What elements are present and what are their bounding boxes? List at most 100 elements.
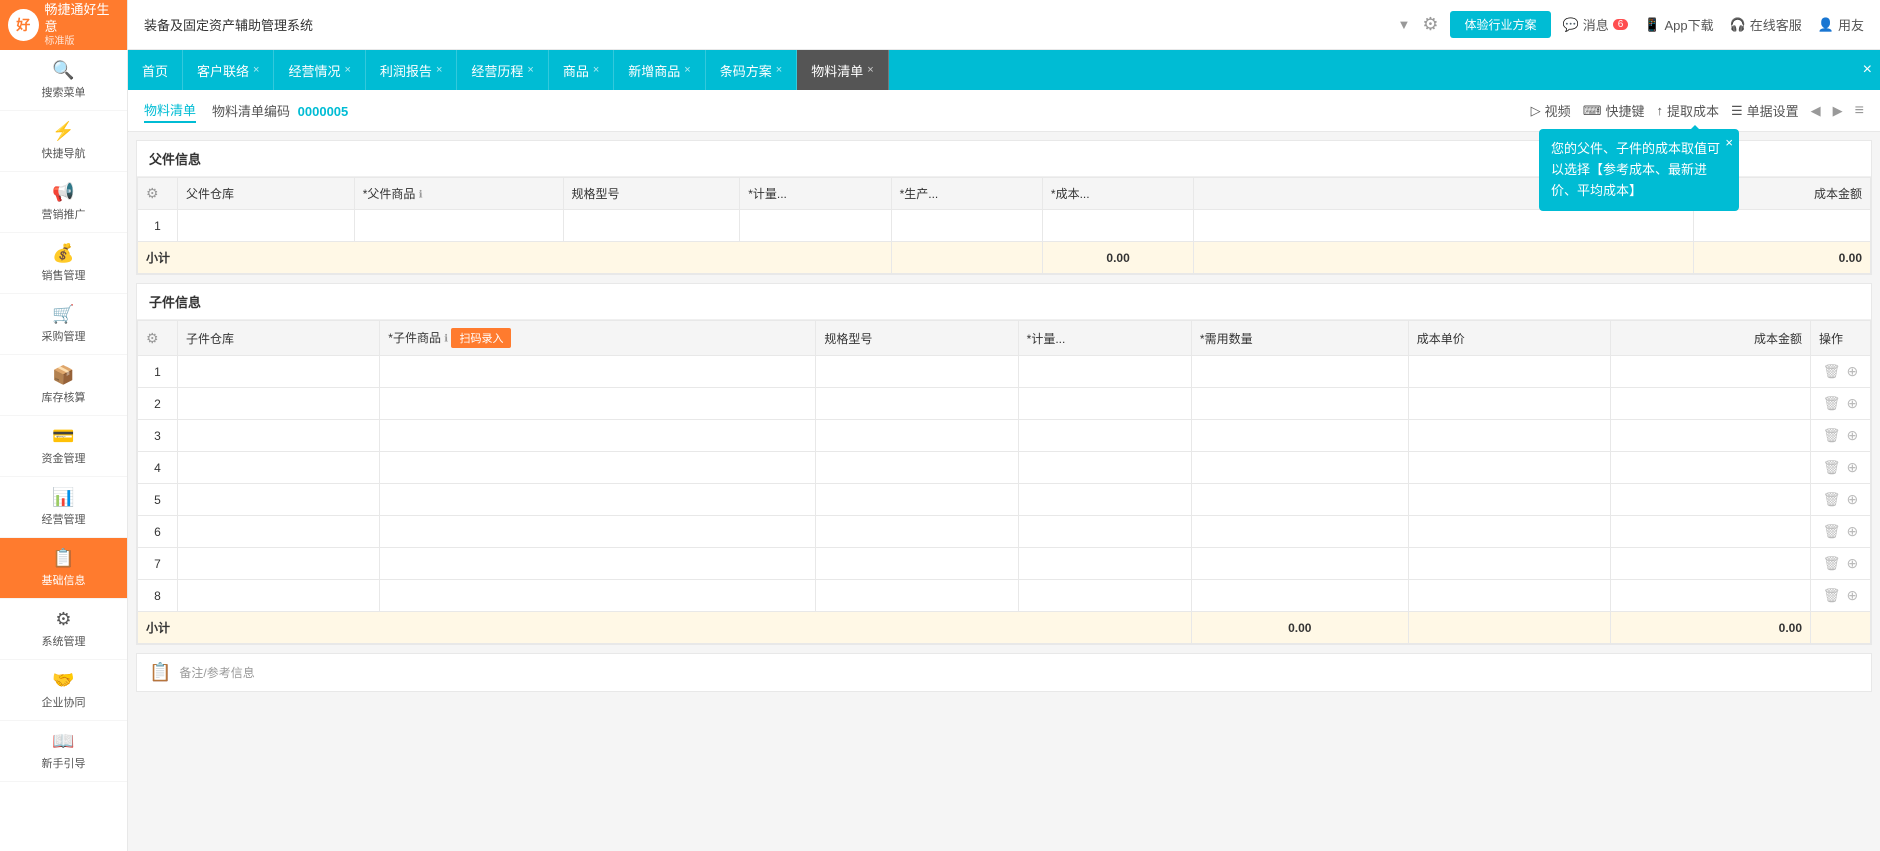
child-warehouse-4[interactable] [178, 452, 380, 484]
copy-icon-2[interactable]: ⊕ [1847, 395, 1859, 412]
delete-icon-3[interactable]: 🗑 [1823, 427, 1841, 444]
child-spec-4[interactable] [816, 452, 1018, 484]
child-warehouse-2[interactable] [178, 388, 380, 420]
child-unit-8[interactable] [1018, 580, 1191, 612]
child-spec-6[interactable] [816, 516, 1018, 548]
scan-input-btn[interactable]: 扫码录入 [451, 328, 511, 348]
online-service-btn[interactable]: 🎧 在线客服 [1730, 15, 1802, 34]
video-btn[interactable]: ▷视频 [1531, 101, 1571, 120]
copy-icon-7[interactable]: ⊕ [1847, 555, 1859, 572]
child-product-4[interactable] [380, 452, 816, 484]
delete-icon-8[interactable]: 🗑 [1823, 587, 1841, 604]
delete-icon-7[interactable]: 🗑 [1823, 555, 1841, 572]
message-btn[interactable]: 💬 消息 6 [1563, 15, 1629, 34]
child-unit-2[interactable] [1018, 388, 1191, 420]
sidebar-item-8[interactable]: 📋基础信息 [0, 538, 127, 599]
child-warehouse-8[interactable] [178, 580, 380, 612]
child-unitcost-8[interactable] [1408, 580, 1610, 612]
extract-cost-btn[interactable]: ↑提取成本 [1656, 101, 1719, 120]
child-warehouse-1[interactable] [178, 356, 380, 388]
child-qty-2[interactable] [1191, 388, 1408, 420]
parent-unit-cell[interactable] [740, 210, 891, 242]
close-all-tabs[interactable]: × [1855, 61, 1880, 79]
sidebar-item-1[interactable]: ⚡快捷导航 [0, 111, 127, 172]
nav-tab-close-4[interactable]: × [527, 64, 533, 76]
nav-next-btn[interactable]: ▶ [1833, 103, 1843, 119]
child-product-1[interactable] [380, 356, 816, 388]
child-unit-4[interactable] [1018, 452, 1191, 484]
app-download-btn[interactable]: 📱 App下载 [1644, 15, 1713, 34]
delete-icon-5[interactable]: 🗑 [1823, 491, 1841, 508]
child-spec-8[interactable] [816, 580, 1018, 612]
child-unitcost-6[interactable] [1408, 516, 1610, 548]
child-qty-7[interactable] [1191, 548, 1408, 580]
child-qty-5[interactable] [1191, 484, 1408, 516]
nav-tab-close-2[interactable]: × [344, 64, 350, 76]
sidebar-item-4[interactable]: 🛒采购管理 [0, 294, 127, 355]
copy-icon-4[interactable]: ⊕ [1847, 459, 1859, 476]
parent-spec-cell[interactable] [563, 210, 740, 242]
child-unitcost-3[interactable] [1408, 420, 1610, 452]
sidebar-item-3[interactable]: 💰销售管理 [0, 233, 127, 294]
sidebar-item-11[interactable]: 📖新手引导 [0, 721, 127, 782]
child-spec-5[interactable] [816, 484, 1018, 516]
delete-icon-1[interactable]: 🗑 [1823, 363, 1841, 380]
nav-tab-8[interactable]: 物料清单 × [797, 50, 888, 90]
child-unit-7[interactable] [1018, 548, 1191, 580]
sidebar-item-2[interactable]: 📢营销推广 [0, 172, 127, 233]
settings-btn[interactable]: ☰单据设置 [1731, 101, 1799, 120]
child-spec-7[interactable] [816, 548, 1018, 580]
nav-tab-5[interactable]: 商品 × [549, 50, 614, 90]
sidebar-item-7[interactable]: 📊经营管理 [0, 477, 127, 538]
shortcut-btn[interactable]: ⌨快捷键 [1583, 101, 1645, 120]
experience-btn[interactable]: 体验行业方案 [1450, 11, 1550, 38]
child-product-6[interactable] [380, 516, 816, 548]
nav-tab-7[interactable]: 条码方案 × [706, 50, 797, 90]
nav-tab-close-1[interactable]: × [253, 64, 259, 76]
child-product-7[interactable] [380, 548, 816, 580]
child-unit-5[interactable] [1018, 484, 1191, 516]
nav-tab-0[interactable]: 首页 [128, 50, 183, 90]
child-unitcost-5[interactable] [1408, 484, 1610, 516]
child-product-8[interactable] [380, 580, 816, 612]
child-warehouse-6[interactable] [178, 516, 380, 548]
sub-tab-bill[interactable]: 物料清单 [144, 98, 196, 123]
sidebar-item-9[interactable]: ⚙系统管理 [0, 599, 127, 660]
child-qty-1[interactable] [1191, 356, 1408, 388]
child-unit-3[interactable] [1018, 420, 1191, 452]
child-product-3[interactable] [380, 420, 816, 452]
child-product-5[interactable] [380, 484, 816, 516]
parent-warehouse-cell[interactable] [178, 210, 355, 242]
user-menu[interactable]: 👤 用友 [1818, 15, 1864, 34]
parent-cost-cell[interactable] [1042, 210, 1193, 242]
child-unitcost-4[interactable] [1408, 452, 1610, 484]
nav-tab-6[interactable]: 新增商品 × [614, 50, 705, 90]
child-product-2[interactable] [380, 388, 816, 420]
sidebar-item-5[interactable]: 📦库存核算 [0, 355, 127, 416]
child-qty-4[interactable] [1191, 452, 1408, 484]
settings-icon[interactable]: ⚙ [1422, 14, 1438, 35]
child-spec-2[interactable] [816, 388, 1018, 420]
child-warehouse-7[interactable] [178, 548, 380, 580]
tooltip-close-btn[interactable]: × [1725, 133, 1733, 154]
child-warehouse-5[interactable] [178, 484, 380, 516]
nav-tab-close-5[interactable]: × [593, 64, 599, 76]
delete-icon-4[interactable]: 🗑 [1823, 459, 1841, 476]
child-unitcost-2[interactable] [1408, 388, 1610, 420]
copy-icon-3[interactable]: ⊕ [1847, 427, 1859, 444]
child-warehouse-3[interactable] [178, 420, 380, 452]
child-unitcost-1[interactable] [1408, 356, 1610, 388]
copy-icon-6[interactable]: ⊕ [1847, 523, 1859, 540]
child-qty-3[interactable] [1191, 420, 1408, 452]
sidebar-item-0[interactable]: 🔍搜索菜单 [0, 50, 127, 111]
delete-icon-2[interactable]: 🗑 [1823, 395, 1841, 412]
nav-tab-2[interactable]: 经营情况 × [274, 50, 365, 90]
expand-btn[interactable]: ≡ [1855, 102, 1864, 120]
child-qty-6[interactable] [1191, 516, 1408, 548]
copy-icon-8[interactable]: ⊕ [1847, 587, 1859, 604]
sidebar-item-10[interactable]: 🤝企业协同 [0, 660, 127, 721]
dropdown-icon[interactable]: ▼ [1397, 17, 1410, 32]
nav-tab-close-6[interactable]: × [684, 64, 690, 76]
nav-tab-1[interactable]: 客户联络 × [183, 50, 274, 90]
nav-tab-close-8[interactable]: × [867, 64, 873, 76]
